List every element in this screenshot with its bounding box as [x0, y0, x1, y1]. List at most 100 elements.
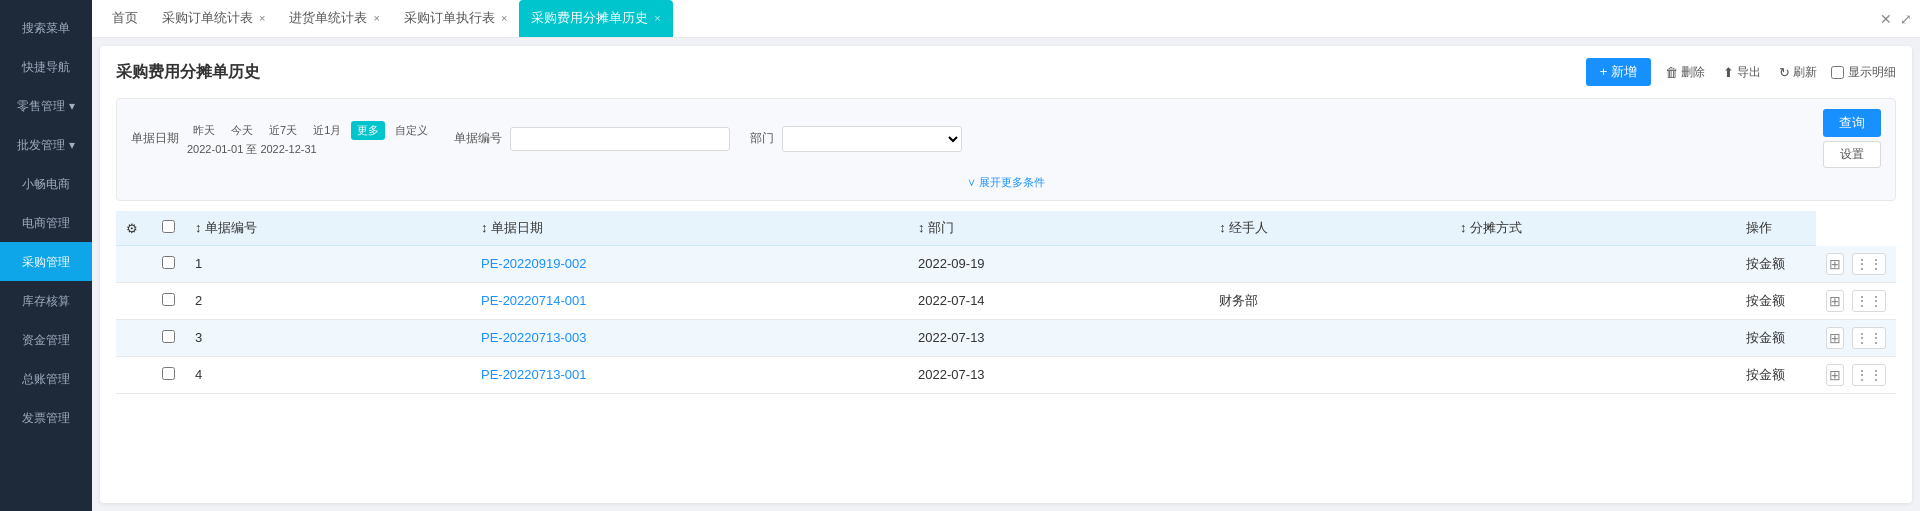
sidebar-item-wholesale[interactable]: 批发管理 ▾ — [0, 125, 92, 164]
sidebar-item-retail[interactable]: 零售管理 ▾ — [0, 86, 92, 125]
table-header: ⚙ ↕ 单据编号 ↕ 单据日期 ↕ 部门 ↕ 经手人 — [116, 211, 1896, 246]
today-btn[interactable]: 今天 — [225, 121, 259, 140]
sidebar-item-label-accounting: 总账管理 — [4, 371, 88, 388]
table-row: 4 PE-20220713-001 2022-07-13 按金额 ⊞ ⋮⋮ — [116, 356, 1896, 393]
row-num-1: 2 — [185, 282, 471, 319]
doc-no-label: 单据编号 — [454, 130, 502, 147]
sidebar-item-invoice[interactable]: 发票管理 — [0, 398, 92, 437]
tab-purchase-order-stat[interactable]: 采购订单统计表 × — [150, 0, 277, 37]
expand-row: ∨ 展开更多条件 — [131, 174, 1881, 190]
row-edit-icon-2[interactable]: ⊞ — [1826, 327, 1844, 349]
row-checkbox-2[interactable] — [162, 330, 175, 343]
sidebar: 搜索菜单快捷导航零售管理 ▾ 批发管理 ▾ 小畅电商电商管理采购管理库存核算资金管理… — [0, 0, 92, 511]
table-row: 2 PE-20220714-001 2022-07-14 财务部 按金额 ⊞ ⋮… — [116, 282, 1896, 319]
show-cols-toggle[interactable]: 显示明细 — [1831, 64, 1896, 81]
tab-purchase-order-exec[interactable]: 采购订单执行表× — [392, 0, 519, 37]
custom-btn[interactable]: 自定义 — [389, 121, 434, 140]
row-more-icon-0[interactable]: ⋮⋮ — [1852, 253, 1886, 275]
row-more-icon-2[interactable]: ⋮⋮ — [1852, 327, 1886, 349]
table-body: 1 PE-20220919-002 2022-09-19 按金额 ⊞ ⋮⋮ 2 … — [116, 246, 1896, 394]
row-checkbox-0[interactable] — [162, 256, 175, 269]
table-row: 3 PE-20220713-003 2022-07-13 按金额 ⊞ ⋮⋮ — [116, 319, 1896, 356]
row-edit-icon-3[interactable]: ⊞ — [1826, 364, 1844, 386]
yesterday-btn[interactable]: 昨天 — [187, 121, 221, 140]
add-button[interactable]: + 新增 — [1586, 58, 1651, 86]
close-icon[interactable]: ✕ — [1880, 11, 1892, 27]
doc-no-input[interactable] — [510, 127, 730, 151]
sidebar-item-purchase[interactable]: 采购管理 — [0, 242, 92, 281]
refresh-button[interactable]: ↻ 刷新 — [1775, 62, 1821, 83]
tab-close-purchase-cost-split[interactable]: × — [654, 12, 660, 24]
table-row: 1 PE-20220919-002 2022-09-19 按金额 ⊞ ⋮⋮ — [116, 246, 1896, 283]
row-edit-icon-1[interactable]: ⊞ — [1826, 290, 1844, 312]
dept-field: 部门 财务部 — [750, 126, 962, 152]
row-num-3: 4 — [185, 356, 471, 393]
export-button[interactable]: ⬆ 导出 — [1719, 62, 1765, 83]
date-field: 单据日期 昨天 今天 近7天 近1月 更多 自定义 2022-01-01 至 2… — [131, 121, 434, 157]
doc-no-field: 单据编号 — [454, 127, 730, 151]
doc-no-link-2[interactable]: PE-20220713-003 — [481, 330, 587, 345]
row-split-method-1: 按金额 — [1736, 282, 1816, 319]
search-action-buttons: 查询 设置 — [1823, 109, 1881, 168]
row-handler-3 — [1450, 356, 1736, 393]
more-btn[interactable]: 更多 — [351, 121, 385, 140]
sidebar-item-accounting[interactable]: 总账管理 — [0, 359, 92, 398]
row-handler-2 — [1450, 319, 1736, 356]
search-button[interactable]: 查询 — [1823, 109, 1881, 137]
row-date-3: 2022-07-13 — [908, 356, 1209, 393]
row-check-0 — [152, 246, 185, 283]
dept-select[interactable]: 财务部 — [782, 126, 962, 152]
row-checkbox-1[interactable] — [162, 293, 175, 306]
doc-no-link-0[interactable]: PE-20220919-002 — [481, 256, 587, 271]
tab-close-purchase-order-stat[interactable]: × — [259, 12, 265, 24]
sidebar-item-label-shortcut: 快捷导航 — [4, 59, 88, 76]
row-checkbox-3[interactable] — [162, 367, 175, 380]
row-num-0: 1 — [185, 246, 471, 283]
tab-close-purchase-receipt-stat[interactable]: × — [373, 12, 379, 24]
doc-no-link-3[interactable]: PE-20220713-001 — [481, 367, 587, 382]
sidebar-item-finance[interactable]: 资金管理 — [0, 320, 92, 359]
col-split-method-header: ↕ 分摊方式 — [1450, 211, 1736, 246]
sidebar-item-label-miniapp: 小畅电商 — [4, 176, 88, 193]
sidebar-item-shortcut[interactable]: 快捷导航 — [0, 47, 92, 86]
select-all-checkbox[interactable] — [162, 220, 175, 233]
row-settings-1 — [116, 282, 152, 319]
sidebar-item-label-purchase: 采购管理 — [4, 254, 88, 271]
tab-label-purchase-order-stat: 采购订单统计表 — [162, 9, 253, 27]
tab-home[interactable]: 首页 — [100, 0, 150, 37]
delete-button[interactable]: 🗑 删除 — [1661, 62, 1709, 83]
tab-purchase-cost-split[interactable]: 采购费用分摊单历史× — [519, 0, 672, 37]
show-cols-checkbox[interactable] — [1831, 66, 1844, 79]
search-area: 单据日期 昨天 今天 近7天 近1月 更多 自定义 2022-01-01 至 2… — [116, 98, 1896, 201]
row-dept-0 — [1209, 246, 1450, 283]
col-actions-header: 操作 — [1736, 211, 1816, 246]
maximize-icon[interactable]: ⤢ — [1900, 11, 1912, 27]
sidebar-item-miniapp[interactable]: 小畅电商 — [0, 164, 92, 203]
sidebar-item-inventory[interactable]: 库存核算 — [0, 281, 92, 320]
sidebar-item-label-wholesale: 批发管理 ▾ — [4, 137, 88, 154]
row-split-method-2: 按金额 — [1736, 319, 1816, 356]
sidebar-item-search[interactable]: 搜索菜单 — [0, 8, 92, 47]
doc-no-link-1[interactable]: PE-20220714-001 — [481, 293, 587, 308]
sidebar-item-ecommerce[interactable]: 电商管理 — [0, 203, 92, 242]
row-num-2: 3 — [185, 319, 471, 356]
row-edit-icon-0[interactable]: ⊞ — [1826, 253, 1844, 275]
col-dept-header: ↕ 部门 — [908, 211, 1209, 246]
tab-actions: ✕ ⤢ — [1880, 11, 1912, 27]
tab-close-purchase-order-exec[interactable]: × — [501, 12, 507, 24]
settings-button[interactable]: 设置 — [1823, 141, 1881, 168]
row-more-icon-3[interactable]: ⋮⋮ — [1852, 364, 1886, 386]
1month-btn[interactable]: 近1月 — [307, 121, 347, 140]
tab-label-home: 首页 — [112, 9, 138, 27]
tab-purchase-receipt-stat[interactable]: 进货单统计表× — [277, 0, 391, 37]
date-buttons: 昨天 今天 近7天 近1月 更多 自定义 2022-01-01 至 2022-1… — [187, 121, 434, 157]
7days-btn[interactable]: 近7天 — [263, 121, 303, 140]
dept-label: 部门 — [750, 130, 774, 147]
row-settings-0 — [116, 246, 152, 283]
expand-button[interactable]: ∨ 展开更多条件 — [967, 176, 1045, 188]
tab-bar: 首页采购订单统计表×进货单统计表×采购订单执行表×采购费用分摊单历史× ✕ ⤢ — [92, 0, 1920, 38]
row-settings-3 — [116, 356, 152, 393]
page-title: 采购费用分摊单历史 — [116, 62, 260, 83]
row-more-icon-1[interactable]: ⋮⋮ — [1852, 290, 1886, 312]
col-settings-header: ⚙ — [116, 211, 152, 246]
